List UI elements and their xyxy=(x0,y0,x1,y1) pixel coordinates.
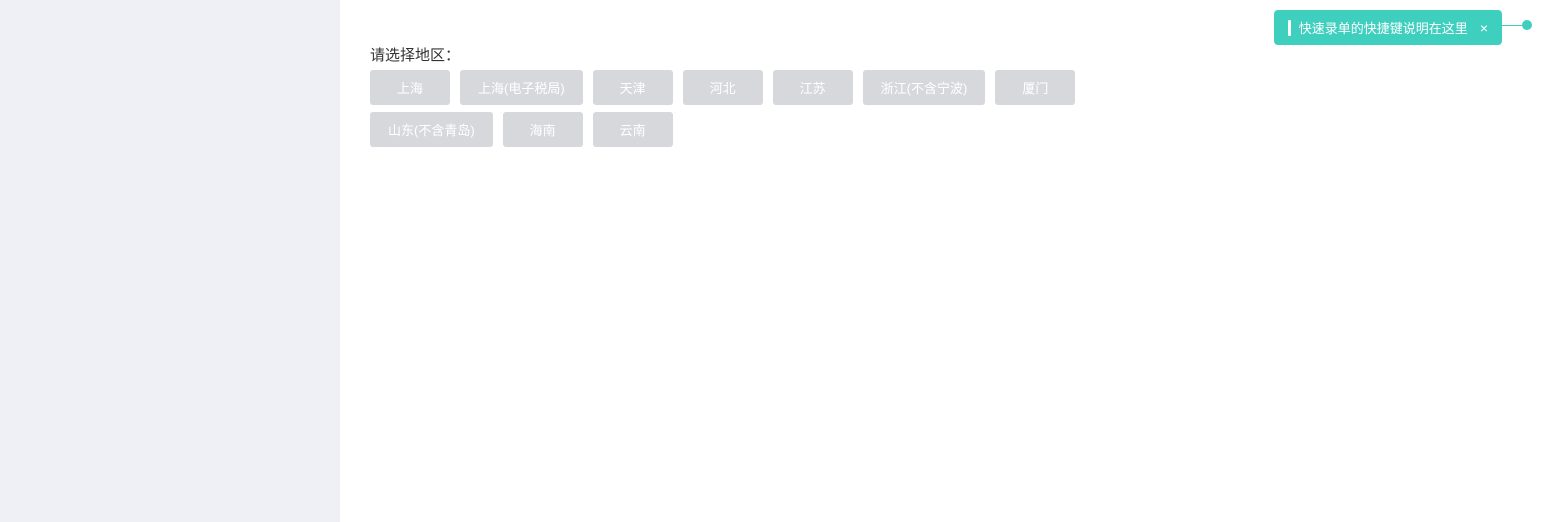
region-button-shanghai[interactable]: 上海 xyxy=(370,70,450,105)
region-button-zhejiang[interactable]: 浙江(不含宁波) xyxy=(863,70,986,105)
region-buttons-row1: 上海上海(电子税局) 天津河北江苏浙江(不含宁波) 厦门 xyxy=(370,70,1075,105)
region-button-hebei[interactable]: 河北 xyxy=(683,70,763,105)
region-button-shanghai-etax[interactable]: 上海(电子税局) xyxy=(460,70,583,105)
region-buttons-row2: 山东(不含青岛) 海南云南 xyxy=(370,112,673,147)
section-title: 请选择地区： xyxy=(370,44,460,65)
left-sidebar xyxy=(0,0,340,522)
tooltip-bar xyxy=(1288,20,1291,36)
tooltip-banner: 快速录单的快捷键说明在这里 × xyxy=(1274,10,1502,45)
tooltip-close-button[interactable]: × xyxy=(1480,20,1488,36)
dot-indicator xyxy=(1522,20,1532,30)
region-button-xiamen[interactable]: 厦门 xyxy=(995,70,1075,105)
main-content: 请选择地区： 上海上海(电子税局) 天津河北江苏浙江(不含宁波) 厦门 山东(不含青… xyxy=(340,0,1562,522)
region-button-tianjin[interactable]: 天津 xyxy=(593,70,673,105)
connector-line xyxy=(1497,25,1522,26)
region-button-hainan[interactable]: 海南 xyxy=(503,112,583,147)
region-button-yunnan[interactable]: 云南 xyxy=(593,112,673,147)
tooltip-text: 快速录单的快捷键说明在这里 xyxy=(1299,18,1468,37)
region-button-shandong[interactable]: 山东(不含青岛) xyxy=(370,112,493,147)
region-button-jiangsu[interactable]: 江苏 xyxy=(773,70,853,105)
